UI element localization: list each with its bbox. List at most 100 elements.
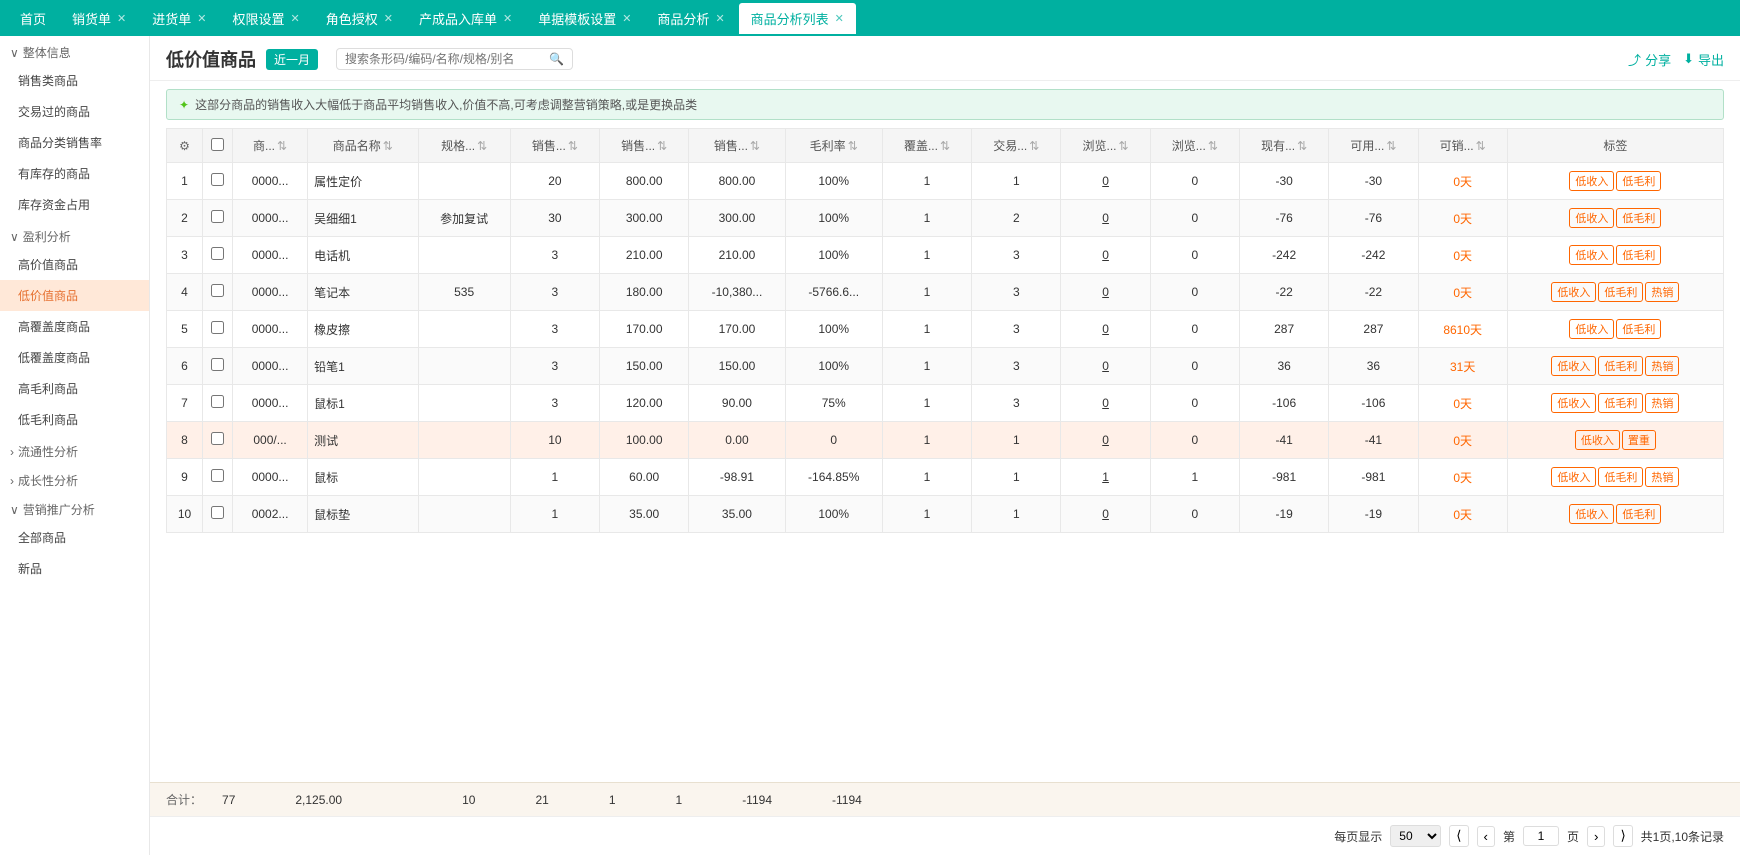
row-select[interactable] [211, 358, 224, 371]
select-all-checkbox[interactable] [211, 138, 224, 151]
row-checkbox[interactable] [203, 311, 233, 348]
sidebar-item-low-value[interactable]: 低价值商品 [0, 280, 149, 311]
browse1-link[interactable]: 0 [1102, 359, 1109, 373]
sidebar-item-high-value[interactable]: 高价值商品 [0, 249, 149, 280]
row-col3: 35.00 [689, 496, 785, 533]
gear-icon[interactable]: ⚙ [179, 139, 190, 153]
row-checkbox[interactable] [203, 163, 233, 200]
browse1-link[interactable]: 0 [1102, 507, 1109, 521]
th-checkbox[interactable] [203, 129, 233, 163]
sidebar-item-inventory-capital[interactable]: 库存资金占用 [0, 189, 149, 220]
row-select[interactable] [211, 247, 224, 260]
browse1-link[interactable]: 0 [1102, 396, 1109, 410]
row-checkbox[interactable] [203, 422, 233, 459]
nav-purchase-order[interactable]: 进货单 ✕ [140, 3, 218, 34]
row-col1: 3 [510, 385, 599, 422]
row-checkbox[interactable] [203, 200, 233, 237]
sidebar-item-category-sales[interactable]: 商品分类销售率 [0, 127, 149, 158]
search-icon[interactable]: 🔍 [549, 52, 564, 66]
share-button[interactable]: ⤴ 分享 [1628, 50, 1671, 69]
row-select[interactable] [211, 506, 224, 519]
row-checkbox[interactable] [203, 348, 233, 385]
row-select[interactable] [211, 210, 224, 223]
nav-product-analysis-list-close[interactable]: ✕ [835, 12, 844, 25]
sidebar-item-all-products[interactable]: 全部商品 [0, 522, 149, 553]
nav-purchase-order-close[interactable]: ✕ [197, 12, 206, 25]
row-browse1[interactable]: 0 [1061, 496, 1150, 533]
nav-template-close[interactable]: ✕ [622, 12, 631, 25]
sidebar-group-growth[interactable]: › 成长性分析 [0, 464, 149, 493]
browse1-link[interactable]: 0 [1102, 322, 1109, 336]
nav-template[interactable]: 单据模板设置 ✕ [526, 3, 643, 34]
recent-tag[interactable]: 近一月 [266, 49, 318, 70]
row-checkbox[interactable] [203, 237, 233, 274]
row-checkbox[interactable] [203, 459, 233, 496]
row-browse1[interactable]: 0 [1061, 163, 1150, 200]
sidebar-item-high-coverage[interactable]: 高覆盖度商品 [0, 311, 149, 342]
row-margin: 100% [785, 163, 882, 200]
row-checkbox[interactable] [203, 385, 233, 422]
row-transaction: 1 [972, 459, 1061, 496]
sidebar-group-flow[interactable]: › 流通性分析 [0, 435, 149, 464]
nav-roles[interactable]: 角色授权 ✕ [314, 3, 405, 34]
nav-sales-order-close[interactable]: ✕ [117, 12, 126, 25]
row-browse1[interactable]: 0 [1061, 311, 1150, 348]
row-browse1[interactable]: 0 [1061, 422, 1150, 459]
sidebar-item-high-margin[interactable]: 高毛利商品 [0, 373, 149, 404]
search-box[interactable]: 🔍 [336, 48, 573, 70]
sidebar-item-stocked-products[interactable]: 有库存的商品 [0, 158, 149, 189]
row-browse1[interactable]: 1 [1061, 459, 1150, 496]
export-button[interactable]: ⬇ 导出 [1683, 50, 1724, 69]
sidebar-item-low-margin[interactable]: 低毛利商品 [0, 404, 149, 435]
row-select[interactable] [211, 432, 224, 445]
row-browse1[interactable]: 0 [1061, 385, 1150, 422]
nav-sales-order[interactable]: 销货单 ✕ [60, 3, 138, 34]
table-container[interactable]: ⚙ 商...⇅ 商品名称⇅ 规格...⇅ 销售...⇅ 销售...⇅ 销售...… [150, 128, 1740, 782]
nav-warehouse[interactable]: 产成品入库单 ✕ [407, 3, 524, 34]
sidebar-item-low-coverage[interactable]: 低覆盖度商品 [0, 342, 149, 373]
search-input[interactable] [345, 52, 545, 66]
prev-page-button[interactable]: ‹ [1477, 826, 1495, 847]
browse1-link[interactable]: 0 [1102, 174, 1109, 188]
browse1-link[interactable]: 1 [1102, 470, 1109, 484]
nav-product-analysis-list[interactable]: 商品分析列表 ✕ [739, 3, 856, 34]
th-gear[interactable]: ⚙ [167, 129, 203, 163]
row-browse1[interactable]: 0 [1061, 200, 1150, 237]
nav-permissions-close[interactable]: ✕ [291, 12, 300, 25]
nav-product-analysis-close[interactable]: ✕ [715, 12, 724, 25]
chevron-down-icon-3: ∨ [10, 503, 19, 517]
next-page-button[interactable]: › [1587, 826, 1605, 847]
sidebar-item-traded-products[interactable]: 交易过的商品 [0, 96, 149, 127]
row-select[interactable] [211, 173, 224, 186]
browse1-link[interactable]: 0 [1102, 248, 1109, 262]
nav-permissions[interactable]: 权限设置 ✕ [220, 3, 311, 34]
row-browse2: 0 [1150, 237, 1239, 274]
first-page-button[interactable]: ⟨ [1449, 825, 1468, 847]
row-browse1[interactable]: 0 [1061, 274, 1150, 311]
sidebar-item-sales-products[interactable]: 销售类商品 [0, 65, 149, 96]
row-select[interactable] [211, 469, 224, 482]
tag-badge: 低毛利 [1616, 504, 1661, 524]
nav-roles-close[interactable]: ✕ [384, 12, 393, 25]
last-page-button[interactable]: ⟩ [1613, 825, 1632, 847]
nav-product-analysis[interactable]: 商品分析 ✕ [645, 3, 736, 34]
row-select[interactable] [211, 395, 224, 408]
row-col3: 150.00 [689, 348, 785, 385]
row-browse1[interactable]: 0 [1061, 237, 1150, 274]
row-select[interactable] [211, 284, 224, 297]
tag-badge: 低收入 [1551, 356, 1596, 376]
sidebar-item-new-products[interactable]: 新品 [0, 553, 149, 584]
per-page-select[interactable]: 50 100 200 [1390, 825, 1441, 847]
nav-home[interactable]: 首页 [8, 3, 58, 34]
row-checkbox[interactable] [203, 496, 233, 533]
row-col1: 3 [510, 274, 599, 311]
page-number-input[interactable] [1523, 826, 1559, 846]
row-browse1[interactable]: 0 [1061, 348, 1150, 385]
nav-template-label: 单据模板设置 [538, 9, 616, 28]
browse1-link[interactable]: 0 [1102, 285, 1109, 299]
nav-warehouse-close[interactable]: ✕ [503, 12, 512, 25]
browse1-link[interactable]: 0 [1102, 433, 1109, 447]
row-checkbox[interactable] [203, 274, 233, 311]
row-select[interactable] [211, 321, 224, 334]
browse1-link[interactable]: 0 [1102, 211, 1109, 225]
